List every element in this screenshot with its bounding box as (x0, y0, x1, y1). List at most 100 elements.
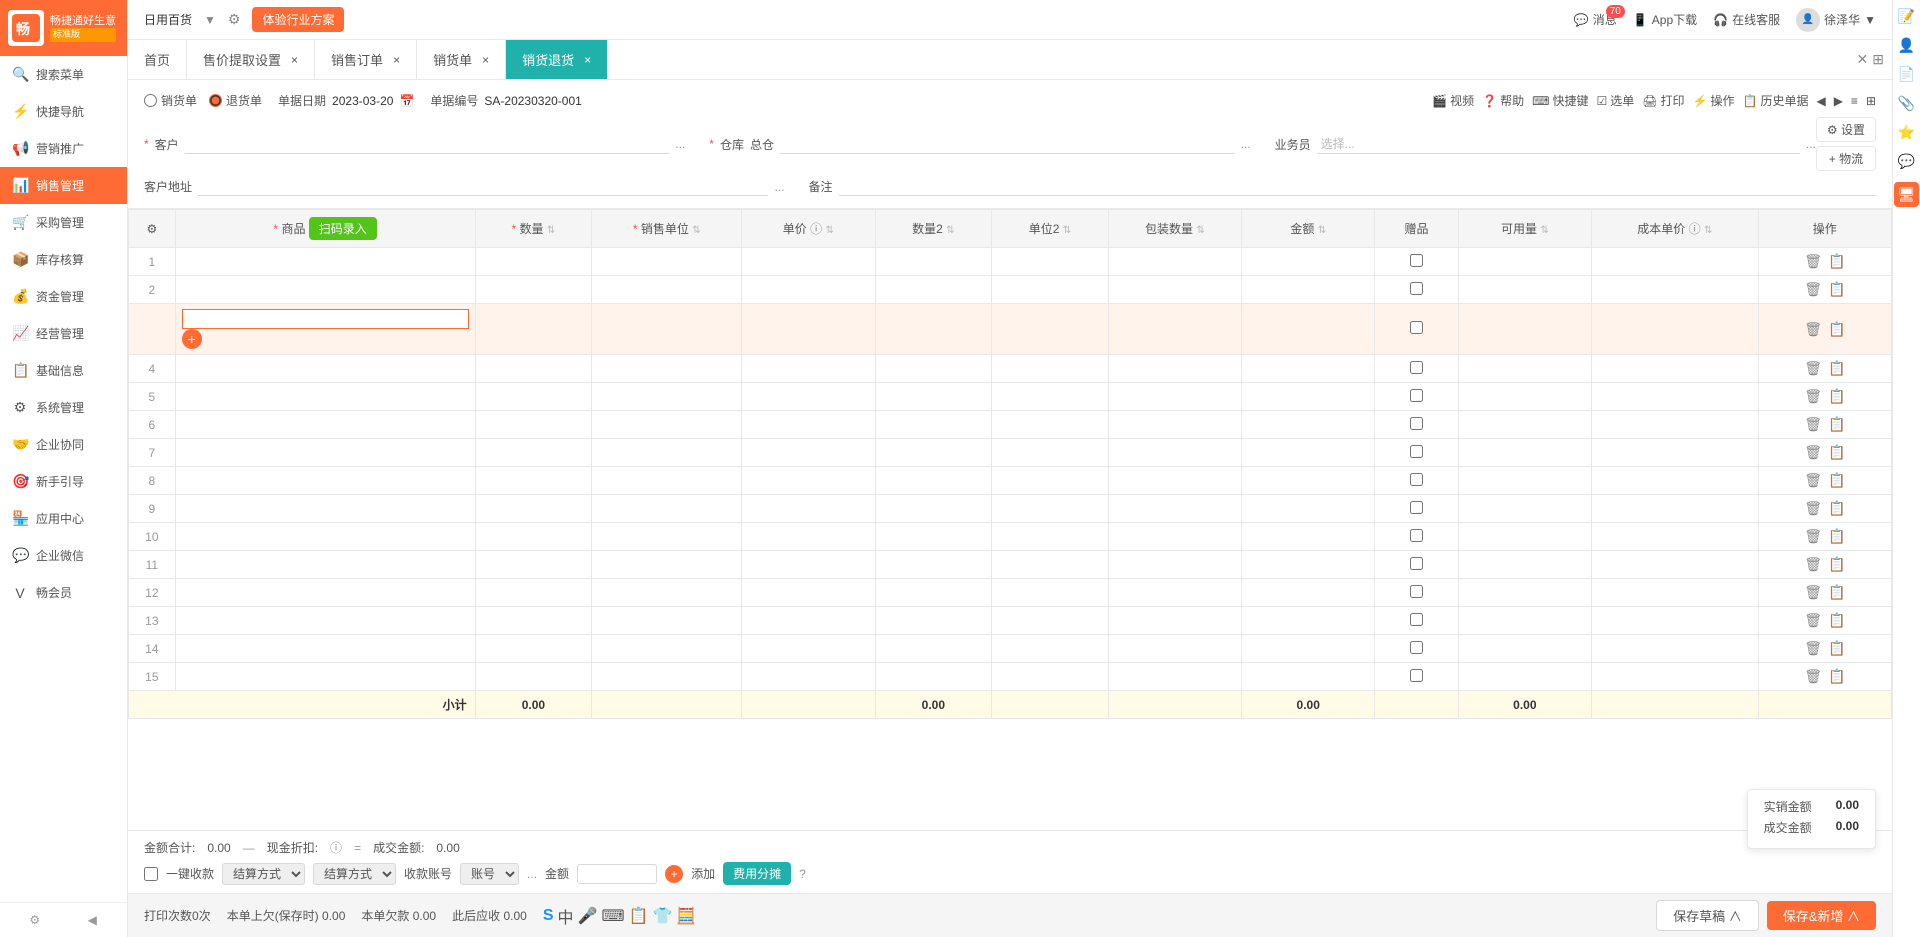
sidebar-item-search[interactable]: 🔍 搜索菜单 (0, 56, 127, 93)
available-cell-13[interactable] (1458, 607, 1591, 635)
available-cell-7[interactable] (1458, 439, 1591, 467)
gift-cell-7[interactable] (1375, 439, 1458, 467)
unit-price-cell-13[interactable] (742, 607, 875, 635)
scan-input-btn[interactable]: 扫码录入 (309, 217, 377, 240)
sales-unit-cell-3[interactable] (592, 304, 742, 355)
gift-checkbox-5[interactable] (1410, 389, 1423, 402)
sales-unit-cell-15[interactable] (592, 663, 742, 691)
delete-row-btn-12[interactable]: 🗑 (1804, 584, 1822, 601)
gift-checkbox-10[interactable] (1410, 529, 1423, 542)
product-cell-7[interactable] (175, 439, 475, 467)
cost-unit-cell-6[interactable] (1591, 411, 1758, 439)
sidebar-settings-btn[interactable]: ⚙ (10, 913, 60, 927)
quantity2-cell-15[interactable] (875, 663, 992, 691)
sidebar-item-basic[interactable]: 📋 基础信息 (0, 352, 127, 389)
unit-price-cell-10[interactable] (742, 523, 875, 551)
gift-cell-2[interactable] (1375, 276, 1458, 304)
one-click-payment-checkbox[interactable] (144, 867, 158, 881)
quantity2-cell-9[interactable] (875, 495, 992, 523)
cost-unit-cell-10[interactable] (1591, 523, 1758, 551)
quantity2-cell-2[interactable] (875, 276, 992, 304)
trial-btn[interactable]: 体验行业方案 (252, 7, 344, 32)
view-grid-icon[interactable]: ⊞ (1866, 94, 1876, 108)
product-cell-13[interactable] (175, 607, 475, 635)
copy-row-btn-9[interactable]: 📋 (1828, 500, 1845, 517)
amount-cell-7[interactable] (1242, 439, 1375, 467)
sidebar-item-system[interactable]: ⚙ 系统管理 (0, 389, 127, 426)
pack-qty-cell-6[interactable] (1108, 411, 1241, 439)
delete-row-btn-11[interactable]: 🗑 (1804, 556, 1822, 573)
cost-unit-cell-8[interactable] (1591, 467, 1758, 495)
quantity-cell-2[interactable] (475, 276, 592, 304)
product-cell-6[interactable] (175, 411, 475, 439)
help-link[interactable]: ❓ 帮助 (1482, 92, 1524, 109)
delete-row-btn-5[interactable]: 🗑 (1804, 388, 1822, 405)
product-cell-11[interactable] (175, 551, 475, 579)
cost-unit-cell-4[interactable] (1591, 355, 1758, 383)
pack-qty-cell-9[interactable] (1108, 495, 1241, 523)
sidebar-collapse-btn[interactable]: ◀ (68, 913, 118, 927)
available-cell-12[interactable] (1458, 579, 1591, 607)
sort-pack-icon[interactable]: ⇅ (1196, 225, 1204, 236)
pack-qty-cell-1[interactable] (1108, 248, 1241, 276)
operation-link[interactable]: ⚡ 操作 (1693, 92, 1735, 109)
pack-qty-cell-5[interactable] (1108, 383, 1241, 411)
print-link[interactable]: 🖨 打印 (1642, 92, 1684, 109)
unit2-cell-9[interactable] (992, 495, 1109, 523)
quantity2-cell-5[interactable] (875, 383, 992, 411)
product-cell-5[interactable] (175, 383, 475, 411)
gift-cell-10[interactable] (1375, 523, 1458, 551)
unit-price-cell-6[interactable] (742, 411, 875, 439)
unit-price-info-icon[interactable]: ⓘ (810, 222, 822, 236)
quantity-cell-10[interactable] (475, 523, 592, 551)
sales-unit-cell-4[interactable] (592, 355, 742, 383)
copy-row-btn-4[interactable]: 📋 (1828, 360, 1845, 377)
unit2-cell-6[interactable] (992, 411, 1109, 439)
unit2-cell-8[interactable] (992, 467, 1109, 495)
cost-unit-cell-5[interactable] (1591, 383, 1758, 411)
staff-select-btn[interactable]: ... (1806, 137, 1816, 151)
quantity-cell-9[interactable] (475, 495, 592, 523)
quantity2-cell-1[interactable] (875, 248, 992, 276)
product-cell-1[interactable] (175, 248, 475, 276)
cost-unit-cell-7[interactable] (1591, 439, 1758, 467)
pack-qty-cell-15[interactable] (1108, 663, 1241, 691)
unit-price-cell-15[interactable] (742, 663, 875, 691)
product-cell-12[interactable] (175, 579, 475, 607)
amount-cell-8[interactable] (1242, 467, 1375, 495)
nav-next-icon[interactable]: ▶ (1834, 94, 1843, 108)
quantity2-cell-3[interactable] (875, 304, 992, 355)
gift-checkbox-13[interactable] (1410, 613, 1423, 626)
copy-row-btn-15[interactable]: 📋 (1828, 668, 1845, 685)
available-cell-14[interactable] (1458, 635, 1591, 663)
dropdown-icon[interactable]: ▼ (204, 13, 216, 27)
quantity-cell-12[interactable] (475, 579, 592, 607)
gift-checkbox-6[interactable] (1410, 417, 1423, 430)
sales-unit-cell-2[interactable] (592, 276, 742, 304)
pack-qty-cell-12[interactable] (1108, 579, 1241, 607)
gift-cell-11[interactable] (1375, 551, 1458, 579)
available-cell-4[interactable] (1458, 355, 1591, 383)
customer-input[interactable] (185, 135, 670, 154)
cost-unit-info-icon[interactable]: ⓘ (1689, 222, 1701, 236)
tool-icon-4[interactable]: 📋 (629, 906, 649, 926)
amount-cell-4[interactable] (1242, 355, 1375, 383)
product-cell-10[interactable] (175, 523, 475, 551)
unit-price-cell-5[interactable] (742, 383, 875, 411)
delete-row-btn-6[interactable]: 🗑 (1804, 416, 1822, 433)
gift-checkbox-3[interactable] (1410, 321, 1423, 334)
gift-checkbox-11[interactable] (1410, 557, 1423, 570)
gift-checkbox-7[interactable] (1410, 445, 1423, 458)
tab-close-return[interactable]: × (584, 53, 591, 67)
sidebar-item-finance[interactable]: 💰 资金管理 (0, 278, 127, 315)
pack-qty-cell-4[interactable] (1108, 355, 1241, 383)
unit-price-cell-14[interactable] (742, 635, 875, 663)
gift-cell-4[interactable] (1375, 355, 1458, 383)
unit-price-cell-4[interactable] (742, 355, 875, 383)
pack-qty-cell-10[interactable] (1108, 523, 1241, 551)
right-icon-3[interactable]: 📄 (1898, 66, 1915, 83)
amount-cell-1[interactable] (1242, 248, 1375, 276)
pack-qty-cell-14[interactable] (1108, 635, 1241, 663)
copy-row-btn-8[interactable]: 📋 (1828, 472, 1845, 489)
product-cell-15[interactable] (175, 663, 475, 691)
